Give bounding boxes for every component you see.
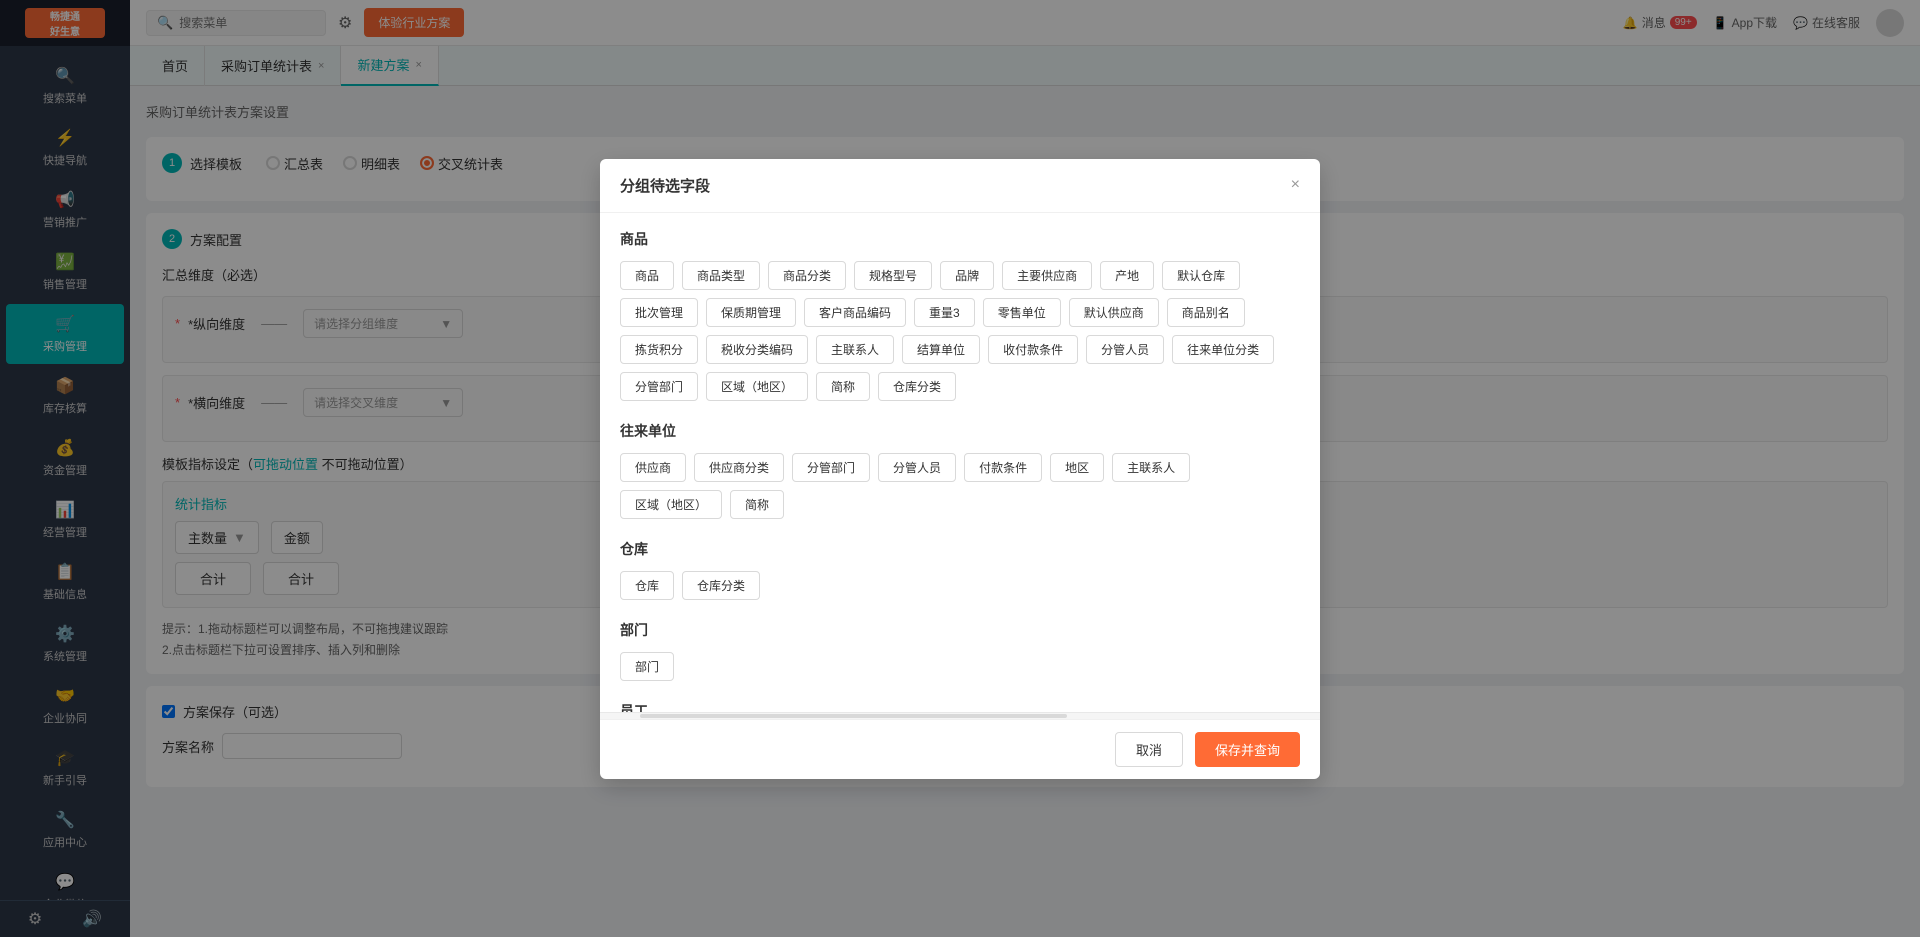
modal-section-3: 部门部门	[620, 620, 1300, 681]
tag-0-12[interactable]: 零售单位	[983, 298, 1061, 327]
cancel-button[interactable]: 取消	[1115, 732, 1183, 767]
modal-section-0: 商品商品商品类型商品分类规格型号品牌主要供应商产地默认仓库批次管理保质期管理客户…	[620, 229, 1300, 401]
tag-1-2[interactable]: 分管部门	[792, 453, 870, 482]
section-title-2: 仓库	[620, 539, 1300, 559]
tag-2-1[interactable]: 仓库分类	[682, 571, 760, 600]
section-title-4: 员工	[620, 701, 1300, 713]
tag-0-11[interactable]: 重量3	[914, 298, 975, 327]
modal-section-4: 员工业务员	[620, 701, 1300, 713]
scrollbar-thumb	[640, 714, 1067, 718]
tag-0-1[interactable]: 商品类型	[682, 261, 760, 290]
tag-1-7[interactable]: 区域（地区）	[620, 490, 722, 519]
tag-0-8[interactable]: 批次管理	[620, 298, 698, 327]
save-query-button[interactable]: 保存并查询	[1195, 732, 1300, 767]
tag-0-16[interactable]: 税收分类编码	[706, 335, 808, 364]
tag-3-0[interactable]: 部门	[620, 652, 674, 681]
tag-0-14[interactable]: 商品别名	[1167, 298, 1245, 327]
tag-0-7[interactable]: 默认仓库	[1162, 261, 1240, 290]
tag-grid-3: 部门	[620, 652, 1300, 681]
tag-1-8[interactable]: 简称	[730, 490, 784, 519]
tag-0-13[interactable]: 默认供应商	[1069, 298, 1159, 327]
tag-1-1[interactable]: 供应商分类	[694, 453, 784, 482]
modal-overlay: 分组待选字段 × 商品商品商品类型商品分类规格型号品牌主要供应商产地默认仓库批次…	[0, 0, 1920, 937]
tag-0-19[interactable]: 收付款条件	[988, 335, 1078, 364]
tag-0-21[interactable]: 往来单位分类	[1172, 335, 1274, 364]
modal: 分组待选字段 × 商品商品商品类型商品分类规格型号品牌主要供应商产地默认仓库批次…	[600, 159, 1320, 779]
modal-footer: 取消 保存并查询	[600, 719, 1320, 779]
section-title-1: 往来单位	[620, 421, 1300, 441]
tag-0-0[interactable]: 商品	[620, 261, 674, 290]
tag-grid-2: 仓库仓库分类	[620, 571, 1300, 600]
tag-1-4[interactable]: 付款条件	[964, 453, 1042, 482]
modal-section-1: 往来单位供应商供应商分类分管部门分管人员付款条件地区主联系人区域（地区） 简称	[620, 421, 1300, 519]
tag-0-23[interactable]: 区域（地区）	[706, 372, 808, 401]
tag-0-9[interactable]: 保质期管理	[706, 298, 796, 327]
tag-2-0[interactable]: 仓库	[620, 571, 674, 600]
tag-0-6[interactable]: 产地	[1100, 261, 1154, 290]
tag-1-3[interactable]: 分管人员	[878, 453, 956, 482]
modal-header: 分组待选字段 ×	[600, 159, 1320, 213]
tag-1-5[interactable]: 地区	[1050, 453, 1104, 482]
modal-close-button[interactable]: ×	[1291, 176, 1300, 194]
tag-0-18[interactable]: 结算单位	[902, 335, 980, 364]
tag-grid-0: 商品商品类型商品分类规格型号品牌主要供应商产地默认仓库批次管理保质期管理客户商品…	[620, 261, 1300, 401]
tag-0-5[interactable]: 主要供应商	[1002, 261, 1092, 290]
tag-0-2[interactable]: 商品分类	[768, 261, 846, 290]
tag-1-0[interactable]: 供应商	[620, 453, 686, 482]
modal-section-2: 仓库仓库仓库分类	[620, 539, 1300, 600]
tag-0-4[interactable]: 品牌	[940, 261, 994, 290]
tag-0-20[interactable]: 分管人员	[1086, 335, 1164, 364]
tag-0-10[interactable]: 客户商品编码	[804, 298, 906, 327]
modal-title: 分组待选字段	[620, 175, 710, 196]
tag-0-25[interactable]: 仓库分类	[878, 372, 956, 401]
section-title-3: 部门	[620, 620, 1300, 640]
modal-body[interactable]: 商品商品商品类型商品分类规格型号品牌主要供应商产地默认仓库批次管理保质期管理客户…	[600, 213, 1320, 713]
tag-0-3[interactable]: 规格型号	[854, 261, 932, 290]
tag-0-15[interactable]: 拣货积分	[620, 335, 698, 364]
tag-0-22[interactable]: 分管部门	[620, 372, 698, 401]
tag-1-6[interactable]: 主联系人	[1112, 453, 1190, 482]
tag-0-17[interactable]: 主联系人	[816, 335, 894, 364]
section-title-0: 商品	[620, 229, 1300, 249]
tag-grid-1: 供应商供应商分类分管部门分管人员付款条件地区主联系人区域（地区） 简称	[620, 453, 1300, 519]
tag-0-24[interactable]: 简称	[816, 372, 870, 401]
